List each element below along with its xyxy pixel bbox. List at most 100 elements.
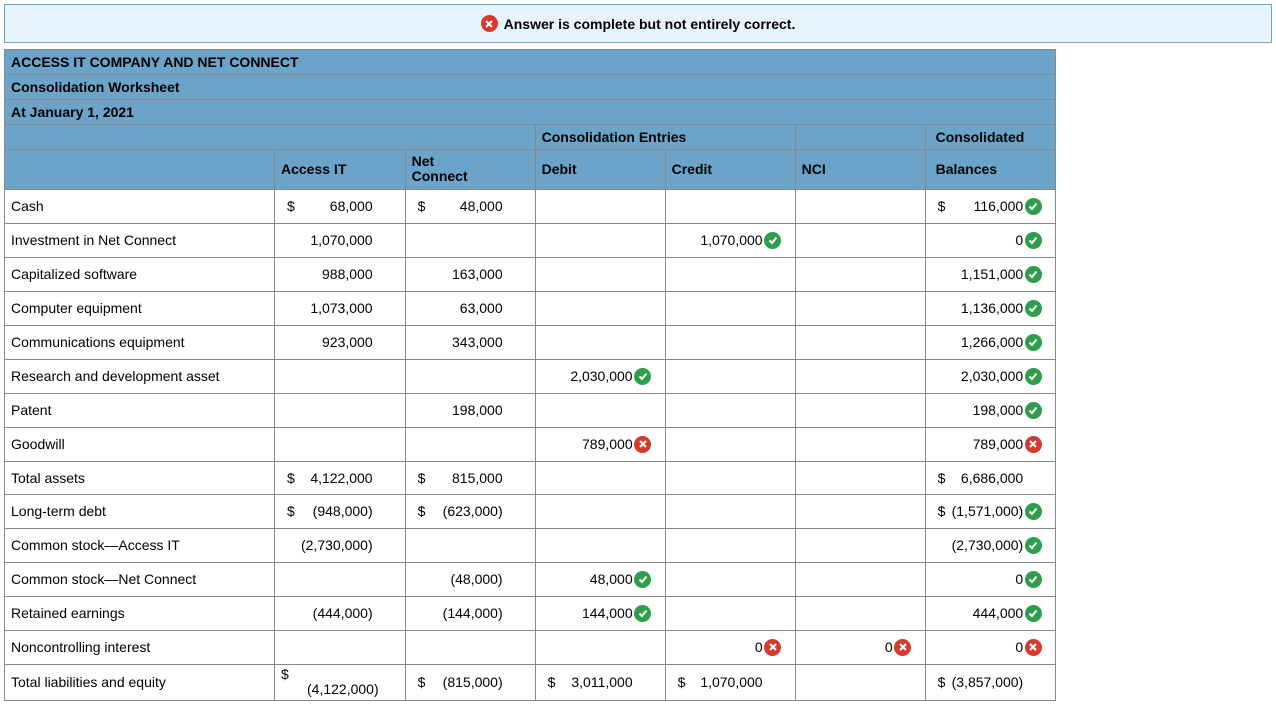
cell-debit[interactable] <box>535 325 665 359</box>
cell-value: 144,000 <box>562 605 633 621</box>
cell-balances[interactable]: 1,151,000 <box>925 257 1056 291</box>
cell-balances[interactable]: 0 <box>925 223 1056 257</box>
cell-nci[interactable] <box>795 291 925 325</box>
cell-credit[interactable] <box>665 461 795 494</box>
cell-access-it[interactable] <box>275 359 406 393</box>
cell-balances[interactable]: 0 <box>925 562 1056 596</box>
cell-net-connect[interactable]: 63,000 <box>405 291 535 325</box>
cell-access-it[interactable]: $68,000 <box>275 189 406 223</box>
cell-access-it[interactable] <box>275 393 406 427</box>
cell-nci[interactable] <box>795 359 925 393</box>
cell-credit[interactable] <box>665 325 795 359</box>
cell-balances[interactable]: 444,000 <box>925 596 1056 630</box>
cell-nci[interactable] <box>795 596 925 630</box>
cell-credit[interactable] <box>665 291 795 325</box>
cell-credit[interactable]: 0 <box>665 630 795 664</box>
cell-net-connect[interactable] <box>405 630 535 664</box>
cell-credit[interactable] <box>665 528 795 562</box>
cell-nci[interactable] <box>795 393 925 427</box>
cell-access-it[interactable]: (2,730,000) <box>275 528 406 562</box>
cell-access-it[interactable]: $(948,000) <box>275 494 406 528</box>
cell-net-connect[interactable] <box>405 359 535 393</box>
cell-debit[interactable] <box>535 393 665 427</box>
cell-balances[interactable]: $(1,571,000) <box>925 494 1056 528</box>
cell-nci[interactable] <box>795 223 925 257</box>
cell-credit[interactable]: $1,070,000 <box>665 664 795 700</box>
cell-debit[interactable] <box>535 461 665 494</box>
cell-debit[interactable] <box>535 291 665 325</box>
cell-net-connect[interactable]: $48,000 <box>405 189 535 223</box>
cell-net-connect[interactable]: 163,000 <box>405 257 535 291</box>
cell-value: 68,000 <box>301 198 373 214</box>
cell-access-it[interactable]: $4,122,000 <box>275 461 406 494</box>
cell-debit[interactable]: 789,000 <box>535 427 665 461</box>
cell-access-it[interactable]: 1,073,000 <box>275 291 406 325</box>
cell-credit[interactable]: 1,070,000 <box>665 223 795 257</box>
cell-balances[interactable]: 1,266,000 <box>925 325 1056 359</box>
currency-symbol: $ <box>418 470 432 486</box>
cell-nci[interactable] <box>795 257 925 291</box>
cell-nci[interactable] <box>795 189 925 223</box>
cell-net-connect[interactable]: 198,000 <box>405 393 535 427</box>
cell-nci[interactable] <box>795 562 925 596</box>
cell-net-connect[interactable]: 343,000 <box>405 325 535 359</box>
cell-net-connect[interactable]: (144,000) <box>405 596 535 630</box>
cell-debit[interactable]: 144,000 <box>535 596 665 630</box>
cell-access-it[interactable]: 1,070,000 <box>275 223 406 257</box>
title-company: ACCESS IT COMPANY AND NET CONNECT <box>5 50 1056 75</box>
cell-access-it[interactable]: 988,000 <box>275 257 406 291</box>
cell-balances[interactable]: 1,136,000 <box>925 291 1056 325</box>
table-row: Computer equipment1,073,00063,0001,136,0… <box>5 291 1056 325</box>
cell-balances[interactable]: 789,000 <box>925 427 1056 461</box>
cell-debit[interactable] <box>535 528 665 562</box>
cell-nci[interactable] <box>795 325 925 359</box>
cell-net-connect[interactable] <box>405 427 535 461</box>
cell-balances[interactable]: $(3,857,000) <box>925 664 1056 700</box>
cell-net-connect[interactable]: $(815,000) <box>405 664 535 700</box>
cell-credit[interactable] <box>665 427 795 461</box>
cell-net-connect[interactable] <box>405 528 535 562</box>
cell-balances[interactable]: 198,000 <box>925 393 1056 427</box>
cell-nci[interactable] <box>795 427 925 461</box>
cell-nci[interactable] <box>795 461 925 494</box>
cell-nci[interactable] <box>795 528 925 562</box>
cell-net-connect[interactable] <box>405 223 535 257</box>
cell-access-it[interactable] <box>275 630 406 664</box>
cell-value: 988,000 <box>301 266 373 282</box>
cell-net-connect[interactable]: (48,000) <box>405 562 535 596</box>
cell-nci[interactable] <box>795 494 925 528</box>
currency-symbol: $ <box>287 503 301 519</box>
cell-balances[interactable]: $116,000 <box>925 189 1056 223</box>
cell-debit[interactable] <box>535 257 665 291</box>
cell-credit[interactable] <box>665 393 795 427</box>
cell-credit[interactable] <box>665 359 795 393</box>
cell-access-it[interactable]: (444,000) <box>275 596 406 630</box>
cell-credit[interactable] <box>665 257 795 291</box>
cell-net-connect[interactable]: $(623,000) <box>405 494 535 528</box>
cell-nci[interactable]: 0 <box>795 630 925 664</box>
cell-net-connect[interactable]: $815,000 <box>405 461 535 494</box>
cell-credit[interactable] <box>665 494 795 528</box>
cell-credit[interactable] <box>665 189 795 223</box>
cell-debit[interactable]: $3,011,000 <box>535 664 665 700</box>
cell-access-it[interactable]: $(4,122,000) <box>275 664 406 700</box>
cell-access-it[interactable] <box>275 562 406 596</box>
cell-access-it[interactable] <box>275 427 406 461</box>
cell-balances[interactable]: 2,030,000 <box>925 359 1056 393</box>
cell-debit[interactable] <box>535 189 665 223</box>
cell-debit[interactable] <box>535 630 665 664</box>
cell-debit[interactable]: 48,000 <box>535 562 665 596</box>
cell-access-it[interactable]: 923,000 <box>275 325 406 359</box>
cell-debit[interactable]: 2,030,000 <box>535 359 665 393</box>
table-row: Investment in Net Connect1,070,0001,070,… <box>5 223 1056 257</box>
cell-debit[interactable] <box>535 223 665 257</box>
currency-symbol: $ <box>938 198 952 214</box>
cell-debit[interactable] <box>535 494 665 528</box>
cell-balances[interactable]: 0 <box>925 630 1056 664</box>
cell-nci[interactable] <box>795 664 925 700</box>
cell-balances[interactable]: $6,686,000 <box>925 461 1056 494</box>
cell-credit[interactable] <box>665 596 795 630</box>
cell-balances[interactable]: (2,730,000) <box>925 528 1056 562</box>
cell-credit[interactable] <box>665 562 795 596</box>
row-label: Cash <box>5 189 275 223</box>
